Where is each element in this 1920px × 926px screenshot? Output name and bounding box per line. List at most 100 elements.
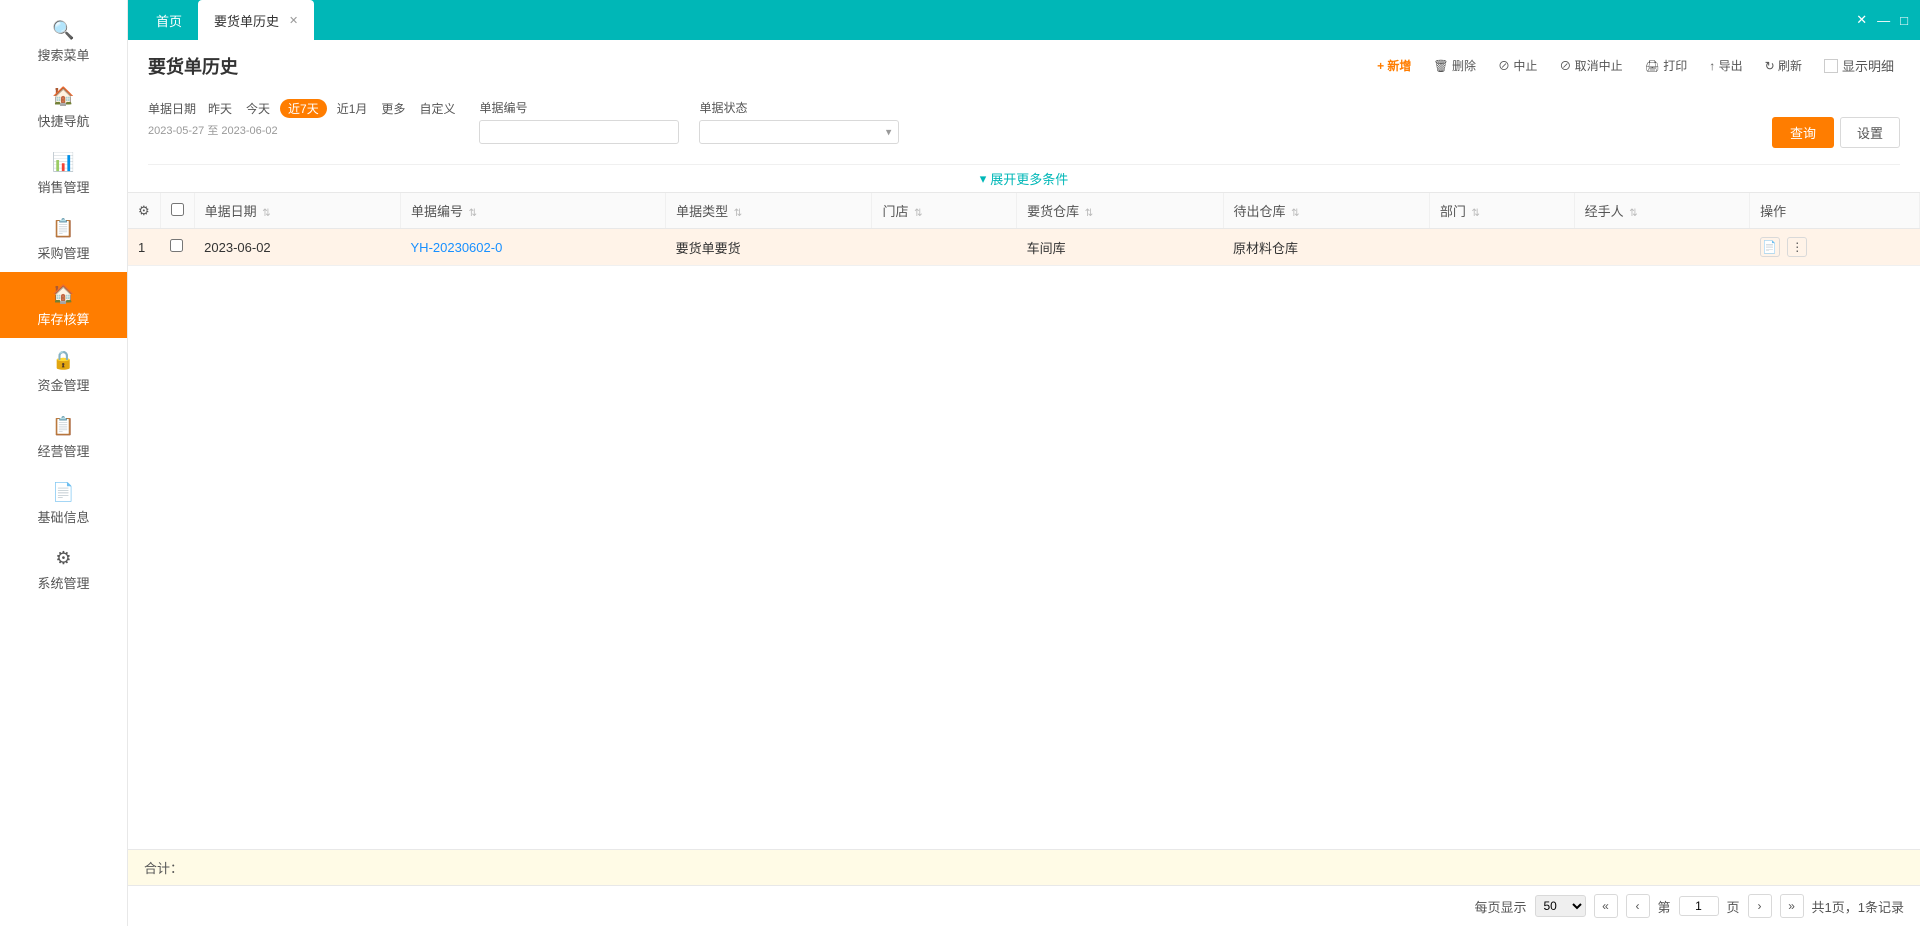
sort-handler-icon[interactable]: ⇅: [1629, 208, 1637, 219]
th-handler: 经手人 ⇅: [1574, 193, 1750, 229]
sidebar-item-basic-info[interactable]: 📄 基础信息: [0, 470, 127, 536]
tab-close-icon[interactable]: ✕: [289, 14, 298, 27]
cell-date: 2023-06-02: [194, 229, 400, 266]
finance-icon: 🔒: [52, 350, 74, 371]
row-more-icon[interactable]: ⋮: [1787, 237, 1807, 257]
cell-department: [1429, 229, 1574, 266]
basic-info-icon: 📄: [52, 482, 74, 503]
cell-order-type: 要货单要货: [666, 229, 872, 266]
delete-button[interactable]: 🗑 删除: [1427, 53, 1482, 78]
sidebar-item-search-menu[interactable]: 🔍 搜索菜单: [0, 8, 127, 74]
sort-pending-warehouse-icon[interactable]: ⇅: [1291, 208, 1299, 219]
date-btn-custom[interactable]: 自定义: [415, 99, 459, 118]
page-title: 要货单历史: [148, 53, 238, 79]
date-btn-1month[interactable]: 近1月: [333, 99, 372, 118]
window-close-icon[interactable]: ✕: [1856, 12, 1867, 28]
pagination-page-input[interactable]: [1679, 896, 1719, 916]
tab-home[interactable]: 首页: [140, 0, 198, 40]
order-no-input[interactable]: [479, 120, 679, 144]
select-all-checkbox[interactable]: [171, 203, 184, 216]
date-filter-buttons: 昨天 今天 近7天 近1月 更多 自定义: [204, 99, 459, 118]
row-checkbox[interactable]: [170, 239, 183, 252]
table-footer: 合计：: [128, 849, 1920, 885]
sidebar-item-sales-mgmt[interactable]: 📊 销售管理: [0, 140, 127, 206]
cell-checkbox[interactable]: [160, 229, 194, 266]
setting-button[interactable]: 设置: [1840, 117, 1900, 148]
sidebar-item-ops-mgmt[interactable]: 📋 经营管理: [0, 404, 127, 470]
pagination-next-button[interactable]: ›: [1748, 894, 1772, 918]
sort-date-icon[interactable]: ⇅: [262, 208, 270, 219]
th-req-warehouse: 要货仓库 ⇅: [1017, 193, 1223, 229]
tab-order-history[interactable]: 要货单历史 ✕: [198, 0, 314, 40]
status-filter-group: 单据状态: [699, 99, 899, 144]
sys-icon: ⚙: [55, 548, 71, 569]
new-button[interactable]: + 新增: [1371, 53, 1417, 78]
table-scroll-area: ⚙ 单据日期 ⇅ 单据编号 ⇅: [128, 193, 1920, 849]
cell-order-no: YH-20230602-0: [401, 229, 666, 266]
row-edit-icon[interactable]: 📄: [1760, 237, 1780, 257]
filter-row: 单据日期 昨天 今天 近7天 近1月 更多 自定义 2023-05-27 至 2…: [148, 89, 1900, 158]
expand-more-button[interactable]: ▾ 展开更多条件: [148, 164, 1900, 192]
status-label: 单据状态: [699, 99, 899, 116]
content-area: 要货单历史 + 新增 🗑 删除 ⊘ 中止 ⊘ 取消中止 🖨 打印 ↑ 导出 ↻ …: [128, 40, 1920, 926]
search-menu-icon: 🔍: [52, 20, 74, 41]
date-btn-7days[interactable]: 近7天: [280, 99, 327, 118]
refresh-button[interactable]: ↻ 刷新: [1759, 53, 1808, 78]
date-filter-group: 单据日期 昨天 今天 近7天 近1月 更多 自定义 2023-05-27 至 2…: [148, 99, 459, 138]
cancel-stop-button[interactable]: ⊘ 取消中止: [1553, 53, 1628, 78]
table-row: 1 2023-06-02 YH-20230602-0 要货单要货 车间库 原材料…: [128, 229, 1920, 266]
pagination-first-button[interactable]: «: [1594, 894, 1618, 918]
purchase-icon: 📋: [52, 218, 74, 239]
cell-shop: [872, 229, 1017, 266]
export-button[interactable]: ↑ 导出: [1703, 53, 1748, 78]
pagination-total-info: 共1页，1条记录: [1812, 897, 1904, 916]
cell-handler: [1574, 229, 1750, 266]
th-operation: 操作: [1750, 193, 1920, 229]
order-no-link[interactable]: YH-20230602-0: [411, 240, 503, 255]
th-date: 单据日期 ⇅: [194, 193, 400, 229]
th-settings: ⚙: [128, 193, 160, 229]
date-btn-yesterday[interactable]: 昨天: [204, 99, 236, 118]
date-btn-more[interactable]: 更多: [377, 99, 409, 118]
sort-order-type-icon[interactable]: ⇅: [734, 208, 742, 219]
sidebar-item-sys-mgmt[interactable]: ⚙ 系统管理: [0, 536, 127, 602]
page-header: 要货单历史 + 新增 🗑 删除 ⊘ 中止 ⊘ 取消中止 🖨 打印 ↑ 导出 ↻ …: [128, 40, 1920, 193]
sort-shop-icon[interactable]: ⇅: [914, 208, 922, 219]
th-order-no: 单据编号 ⇅: [401, 193, 666, 229]
th-order-type: 单据类型 ⇅: [666, 193, 872, 229]
home-icon: 🏠: [52, 86, 74, 107]
sort-req-warehouse-icon[interactable]: ⇅: [1085, 208, 1093, 219]
sidebar-item-purchase-mgmt[interactable]: 📋 采购管理: [0, 206, 127, 272]
stop-button[interactable]: ⊘ 中止: [1492, 53, 1543, 78]
window-minimize-icon[interactable]: —: [1877, 13, 1890, 28]
sort-order-no-icon[interactable]: ⇅: [469, 208, 477, 219]
sidebar-item-finance-mgmt[interactable]: 🔒 资金管理: [0, 338, 127, 404]
per-page-label: 每页显示: [1474, 897, 1526, 916]
pagination-prev-button[interactable]: ‹: [1626, 894, 1650, 918]
th-checkbox: [160, 193, 194, 229]
order-no-filter-group: 单据编号: [479, 99, 679, 144]
filter-actions: 查询 设置: [1772, 99, 1900, 148]
sidebar-item-quick-nav[interactable]: 🏠 快捷导航: [0, 74, 127, 140]
window-maximize-icon[interactable]: □: [1900, 13, 1908, 28]
data-table: ⚙ 单据日期 ⇅ 单据编号 ⇅: [128, 193, 1920, 266]
query-button[interactable]: 查询: [1772, 117, 1834, 148]
per-page-select[interactable]: 50 10 20 100: [1535, 895, 1586, 917]
th-shop: 门店 ⇅: [872, 193, 1017, 229]
pagination-last-button[interactable]: »: [1780, 894, 1804, 918]
show-detail-toggle[interactable]: 显示明细: [1818, 52, 1900, 79]
print-button[interactable]: 🖨 打印: [1639, 53, 1694, 78]
date-filter-label: 单据日期: [148, 100, 196, 117]
expand-more-icon: ▾: [980, 171, 987, 187]
date-range-display: 2023-05-27 至 2023-06-02: [148, 122, 459, 138]
sidebar-item-inventory[interactable]: 🏠 库存核算: [0, 272, 127, 338]
sales-icon: 📊: [52, 152, 74, 173]
pagination: 每页显示 50 10 20 100 « ‹ 第 页 › » 共1页，1条记录: [128, 885, 1920, 926]
th-pending-warehouse: 待出仓库 ⇅: [1223, 193, 1429, 229]
cell-req-warehouse: 车间库: [1017, 229, 1223, 266]
sort-department-icon[interactable]: ⇅: [1472, 208, 1480, 219]
table-settings-icon[interactable]: ⚙: [138, 203, 150, 218]
status-select[interactable]: [699, 120, 899, 144]
date-btn-today[interactable]: 今天: [242, 99, 274, 118]
cell-pending-warehouse: 原材料仓库: [1223, 229, 1429, 266]
